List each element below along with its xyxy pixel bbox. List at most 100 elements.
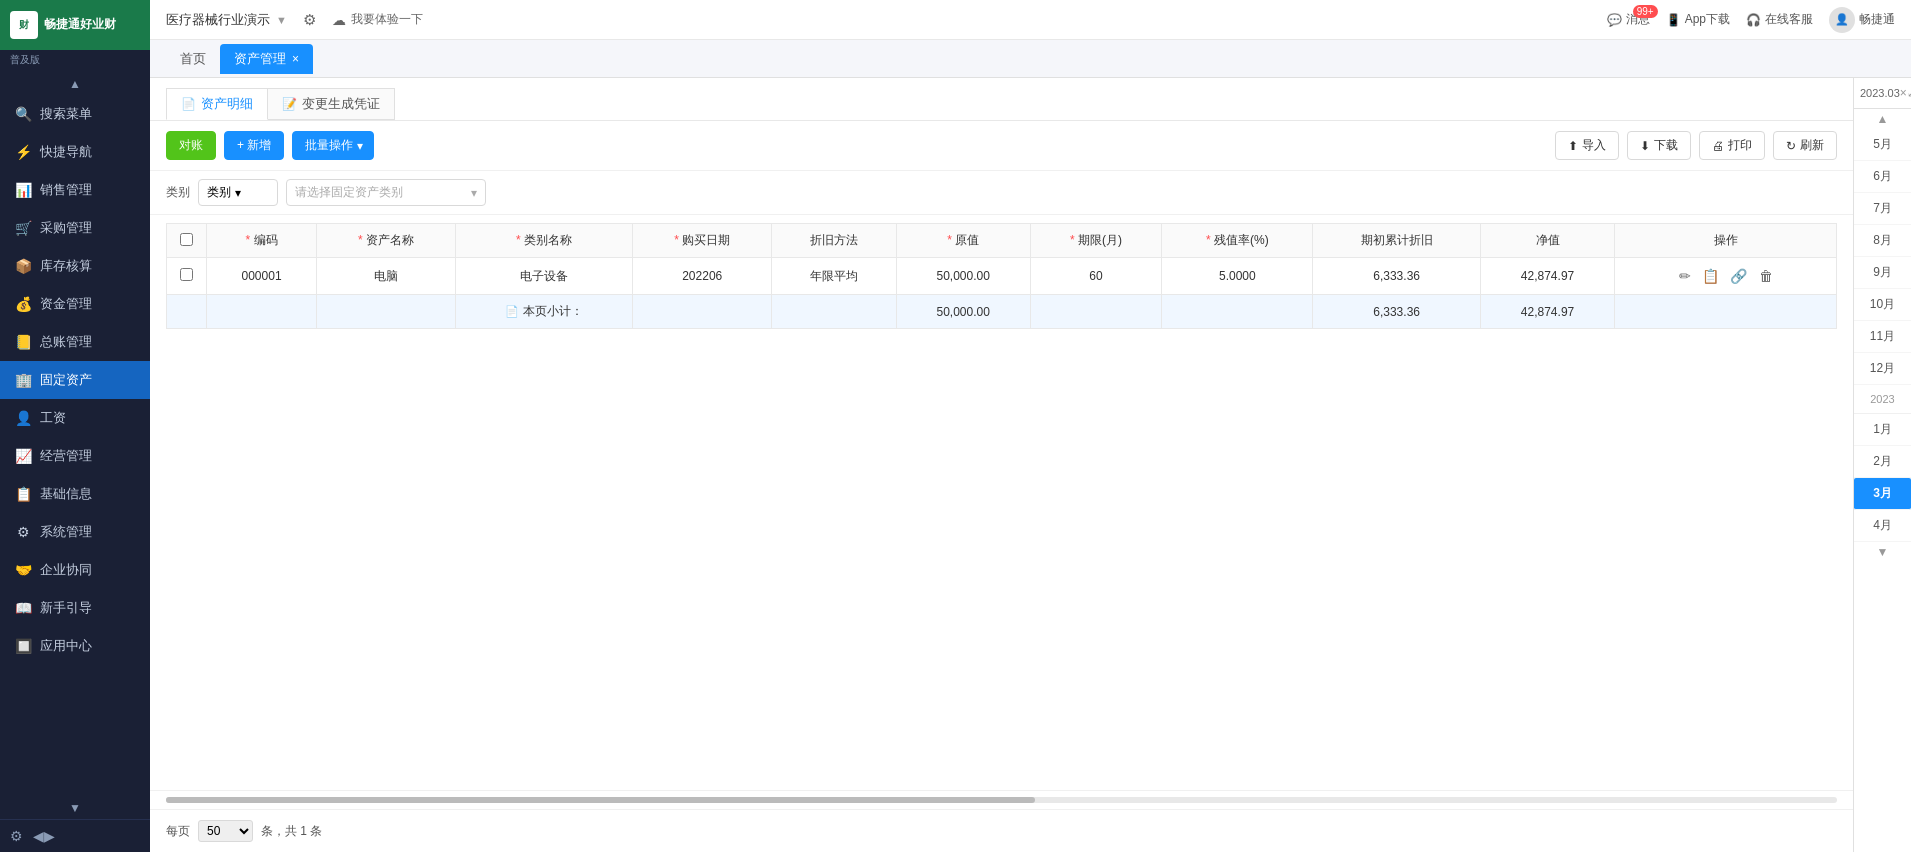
avatar: 👤 xyxy=(1829,7,1855,33)
page-body: 📄 资产明细 📝 变更生成凭证 对账 + 新增 xyxy=(150,78,1911,852)
batch-ops-button[interactable]: 批量操作 ▾ xyxy=(292,131,374,160)
tab-close-button[interactable]: × xyxy=(292,52,299,66)
month-item-9[interactable]: 9月 xyxy=(1854,257,1911,289)
toolbar-right: ⬆ 导入 ⬇ 下载 🖨 打印 ↻ 刷新 xyxy=(1555,131,1837,160)
sidebar-item-purchase[interactable]: 🛒 采购管理 xyxy=(0,209,150,247)
online-service-icon: 🎧 xyxy=(1746,13,1761,27)
right-panel-close-icon[interactable]: × xyxy=(1900,86,1907,100)
sidebar-item-finance[interactable]: 💰 资金管理 xyxy=(0,285,150,323)
month-item-10[interactable]: 10月 xyxy=(1854,289,1911,321)
tab-home[interactable]: 首页 xyxy=(166,42,220,76)
sidebar-item-sales[interactable]: 📊 销售管理 xyxy=(0,171,150,209)
scrollbar-thumb[interactable] xyxy=(166,797,1035,803)
experience-area[interactable]: ☁ 我要体验一下 xyxy=(332,11,423,28)
row-period: 60 xyxy=(1030,258,1162,295)
row-residual-rate: 5.0000 xyxy=(1162,258,1313,295)
sidebar-item-quick-nav[interactable]: ⚡ 快捷导航 xyxy=(0,133,150,171)
panel-scroll-up-button[interactable]: ▲ xyxy=(1854,109,1911,129)
month-item-5[interactable]: 5月 xyxy=(1854,129,1911,161)
month-item-2[interactable]: 2月 xyxy=(1854,446,1911,478)
right-panel-year-label: 2023 xyxy=(1854,385,1911,414)
message-button[interactable]: 💬 消息 99+ xyxy=(1607,11,1650,28)
sales-icon: 📊 xyxy=(14,182,32,198)
sidebar-item-app-center[interactable]: 🔲 应用中心 xyxy=(0,627,150,665)
sidebar-scroll-down[interactable]: ▼ xyxy=(0,797,150,819)
copy-button[interactable]: 📋 xyxy=(1698,266,1723,286)
row-original-value: 50,000.00 xyxy=(896,258,1030,295)
message-icon: 💬 xyxy=(1607,13,1622,27)
table-row: 000001 电脑 电子设备 202206 年限平均 50,000.00 60 … xyxy=(167,258,1837,295)
pagination: 每页 50 100 200 条，共 1 条 xyxy=(150,809,1853,852)
reconcile-button[interactable]: 对账 xyxy=(166,131,216,160)
panel-scroll-down-button[interactable]: ▼ xyxy=(1854,542,1911,562)
right-panel-expand-icon[interactable]: ⤢ xyxy=(1907,86,1911,100)
sidebar-scroll-up[interactable]: ▲ xyxy=(0,73,150,95)
company-selector[interactable]: 医疗器械行业演示 ▼ xyxy=(166,11,287,29)
online-service-button[interactable]: 🎧 在线客服 xyxy=(1746,11,1813,28)
row-accumulated-depreciation: 6,333.36 xyxy=(1313,258,1481,295)
category-type-select[interactable]: 类别 ▾ xyxy=(198,179,278,206)
row-checkbox[interactable] xyxy=(180,268,193,281)
topbar: 医疗器械行业演示 ▼ ⚙ ☁ 我要体验一下 💬 消息 99+ 📱 App下载 🎧… xyxy=(150,0,1911,40)
purchase-icon: 🛒 xyxy=(14,220,32,236)
settings-gear-icon[interactable]: ⚙ xyxy=(303,11,316,29)
settings-button[interactable]: ⚙ xyxy=(10,828,23,844)
per-page-select[interactable]: 50 100 200 xyxy=(198,820,253,842)
print-button[interactable]: 🖨 打印 xyxy=(1699,131,1765,160)
row-checkbox-cell xyxy=(167,258,207,295)
month-item-4[interactable]: 4月 xyxy=(1854,510,1911,542)
category-value-select[interactable]: 请选择固定资产类别 ▾ xyxy=(286,179,486,206)
sub-tab-asset-detail[interactable]: 📄 资产明细 xyxy=(166,88,268,120)
payroll-icon: 👤 xyxy=(14,410,32,426)
new-button[interactable]: + 新增 xyxy=(224,131,284,160)
download-icon: ⬇ xyxy=(1640,139,1650,153)
month-item-3-current[interactable]: 3月 xyxy=(1854,478,1911,510)
download-button[interactable]: ⬇ 下载 xyxy=(1627,131,1691,160)
sub-tabs: 📄 资产明细 📝 变更生成凭证 xyxy=(150,78,1853,121)
newbie-icon: 📖 xyxy=(14,600,32,616)
sidebar-item-payroll[interactable]: 👤 工资 xyxy=(0,399,150,437)
collapse-button[interactable]: ◀▶ xyxy=(33,828,55,844)
sidebar-item-corp[interactable]: 🤝 企业协同 xyxy=(0,551,150,589)
sidebar-item-inventory[interactable]: 📦 库存核算 xyxy=(0,247,150,285)
sidebar-item-search[interactable]: 🔍 搜索菜单 xyxy=(0,95,150,133)
refresh-button[interactable]: ↻ 刷新 xyxy=(1773,131,1837,160)
month-item-12[interactable]: 12月 xyxy=(1854,353,1911,385)
sidebar-item-system[interactable]: ⚙ 系统管理 xyxy=(0,513,150,551)
sidebar-item-operations[interactable]: 📈 经营管理 xyxy=(0,437,150,475)
per-page-label: 每页 xyxy=(166,823,190,840)
table-container: 编码 资产名称 类别名称 购买日期 折旧方法 原值 期限(月) 残值率(%) 期… xyxy=(150,215,1853,790)
user-profile[interactable]: 👤 畅捷通 xyxy=(1829,7,1895,33)
sidebar-item-fixed-assets[interactable]: 🏢 固定资产 xyxy=(0,361,150,399)
subtotal-row: 📄 本页小计： 50,000.00 6,333.36 42,874.97 xyxy=(167,295,1837,329)
month-item-6[interactable]: 6月 xyxy=(1854,161,1911,193)
sidebar-item-basic-info[interactable]: 📋 基础信息 xyxy=(0,475,150,513)
select-all-checkbox[interactable] xyxy=(180,233,193,246)
sub-tab-change-voucher[interactable]: 📝 变更生成凭证 xyxy=(267,88,395,120)
inventory-icon: 📦 xyxy=(14,258,32,274)
right-panel-year-title: 2023.03 xyxy=(1860,87,1900,99)
horizontal-scrollbar[interactable] xyxy=(150,790,1853,809)
sidebar-item-ledger[interactable]: 📒 总账管理 xyxy=(0,323,150,361)
import-button[interactable]: ⬆ 导入 xyxy=(1555,131,1619,160)
row-name: 电脑 xyxy=(317,258,456,295)
share-button[interactable]: 🔗 xyxy=(1726,266,1751,286)
col-header-operations: 操作 xyxy=(1615,224,1837,258)
col-header-code: 编码 xyxy=(207,224,317,258)
row-depreciation-method: 年限平均 xyxy=(772,258,896,295)
month-item-11[interactable]: 11月 xyxy=(1854,321,1911,353)
finance-icon: 💰 xyxy=(14,296,32,312)
edit-button[interactable]: ✏ xyxy=(1675,266,1695,286)
subtotal-original-value: 50,000.00 xyxy=(896,295,1030,329)
month-item-7[interactable]: 7月 xyxy=(1854,193,1911,225)
col-header-residual-rate: 残值率(%) xyxy=(1162,224,1313,258)
tab-asset-management[interactable]: 资产管理 × xyxy=(220,44,313,74)
sidebar-bottom: ⚙ ◀▶ xyxy=(0,819,150,852)
delete-button[interactable]: 🗑 xyxy=(1755,266,1777,286)
month-item-1[interactable]: 1月 xyxy=(1854,414,1911,446)
row-code: 000001 xyxy=(207,258,317,295)
category-value-arrow: ▾ xyxy=(471,186,477,200)
sidebar-item-newbie[interactable]: 📖 新手引导 xyxy=(0,589,150,627)
app-download-button[interactable]: 📱 App下载 xyxy=(1666,11,1730,28)
month-item-8[interactable]: 8月 xyxy=(1854,225,1911,257)
